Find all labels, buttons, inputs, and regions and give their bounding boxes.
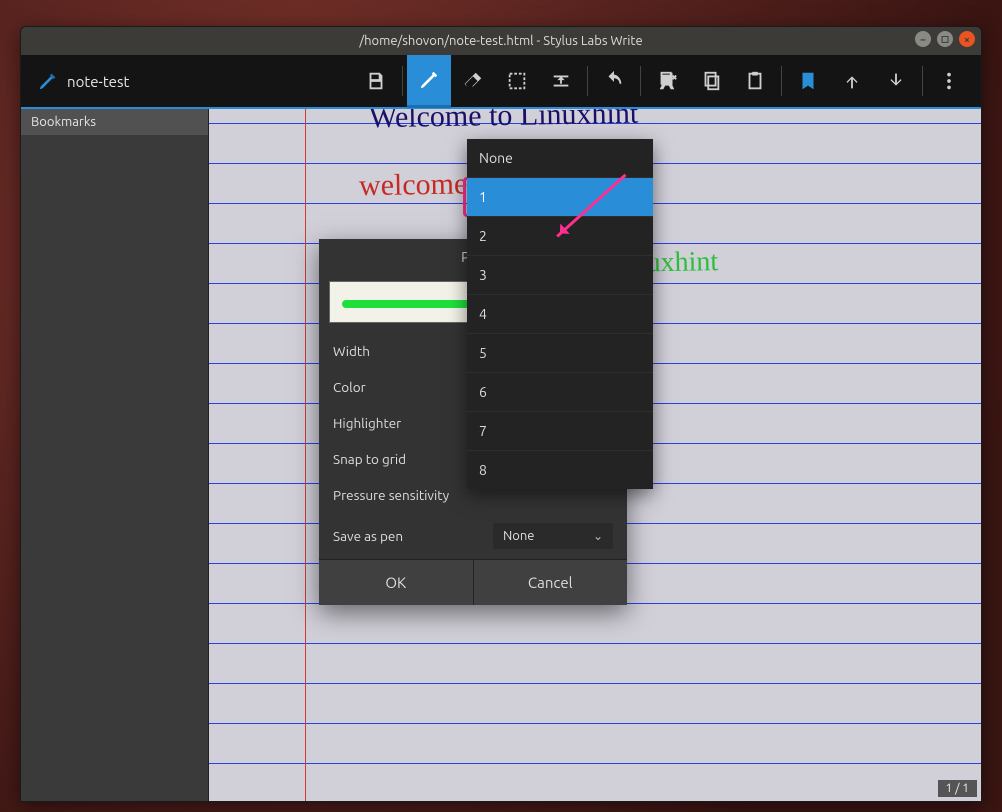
sidebar: Bookmarks: [21, 109, 209, 801]
canvas[interactable]: Welcome to Linuxhint welcome to Linuxhin…: [209, 109, 981, 801]
window-minimize-button[interactable]: –: [915, 31, 931, 47]
ruled-line: [209, 763, 981, 764]
tab-label: note-test: [67, 73, 129, 90]
undo-button[interactable]: [592, 54, 636, 108]
ruled-line: [209, 643, 981, 644]
row-color-label: Color: [333, 379, 366, 395]
ruled-line: [209, 683, 981, 684]
chevron-down-icon: ⌄: [593, 529, 603, 543]
paste-button[interactable]: [733, 54, 777, 108]
row-highlighter-label: Highlighter: [333, 415, 401, 431]
copy-button[interactable]: [689, 54, 733, 108]
separator: [640, 66, 641, 96]
ok-button[interactable]: OK: [319, 560, 473, 605]
dropdown-item[interactable]: None: [467, 139, 653, 178]
toolbar: note-test: [21, 55, 981, 109]
window-maximize-button[interactable]: ◻: [937, 31, 953, 47]
save-as-pen-dropdown: None12345678: [467, 139, 653, 489]
cancel-button[interactable]: Cancel: [473, 560, 628, 605]
prev-page-button[interactable]: [830, 54, 874, 108]
sidebar-header: Bookmarks: [21, 109, 208, 135]
separator: [587, 66, 588, 96]
save-button[interactable]: [354, 54, 398, 108]
row-saveas-label: Save as pen: [333, 528, 403, 544]
ruled-line: [209, 723, 981, 724]
dropdown-item[interactable]: 4: [467, 295, 653, 334]
page-counter: 1 / 1: [938, 780, 977, 797]
row-width-label: Width: [333, 343, 370, 359]
window-title: /home/shovon/note-test.html - Stylus Lab…: [359, 34, 642, 48]
separator: [781, 66, 782, 96]
row-pressure-label: Pressure sensitivity: [333, 487, 449, 503]
window-close-button[interactable]: ×: [959, 31, 975, 47]
separator: [402, 66, 403, 96]
margin-line: [305, 109, 306, 801]
app-window: /home/shovon/note-test.html - Stylus Lab…: [20, 26, 982, 802]
save-as-pen-select[interactable]: None ⌄: [493, 523, 613, 549]
titlebar: /home/shovon/note-test.html - Stylus Lab…: [21, 27, 981, 55]
document-tab[interactable]: note-test: [21, 55, 145, 107]
pen-tool-button[interactable]: [407, 54, 451, 108]
select-tool-button[interactable]: [495, 54, 539, 108]
dropdown-item[interactable]: 3: [467, 256, 653, 295]
dropdown-item[interactable]: 8: [467, 451, 653, 489]
dropdown-item[interactable]: 7: [467, 412, 653, 451]
separator: [922, 66, 923, 96]
overflow-menu-button[interactable]: [927, 54, 971, 108]
cut-button[interactable]: [645, 54, 689, 108]
insert-space-button[interactable]: [539, 54, 583, 108]
dropdown-item[interactable]: 1: [467, 178, 653, 217]
eraser-tool-button[interactable]: [451, 54, 495, 108]
next-page-button[interactable]: [874, 54, 918, 108]
row-snap-label: Snap to grid: [333, 451, 406, 467]
dropdown-item[interactable]: 6: [467, 373, 653, 412]
pen-icon: [37, 70, 59, 92]
bookmark-button[interactable]: [786, 54, 830, 108]
dropdown-item[interactable]: 5: [467, 334, 653, 373]
select-value: None: [503, 529, 535, 543]
